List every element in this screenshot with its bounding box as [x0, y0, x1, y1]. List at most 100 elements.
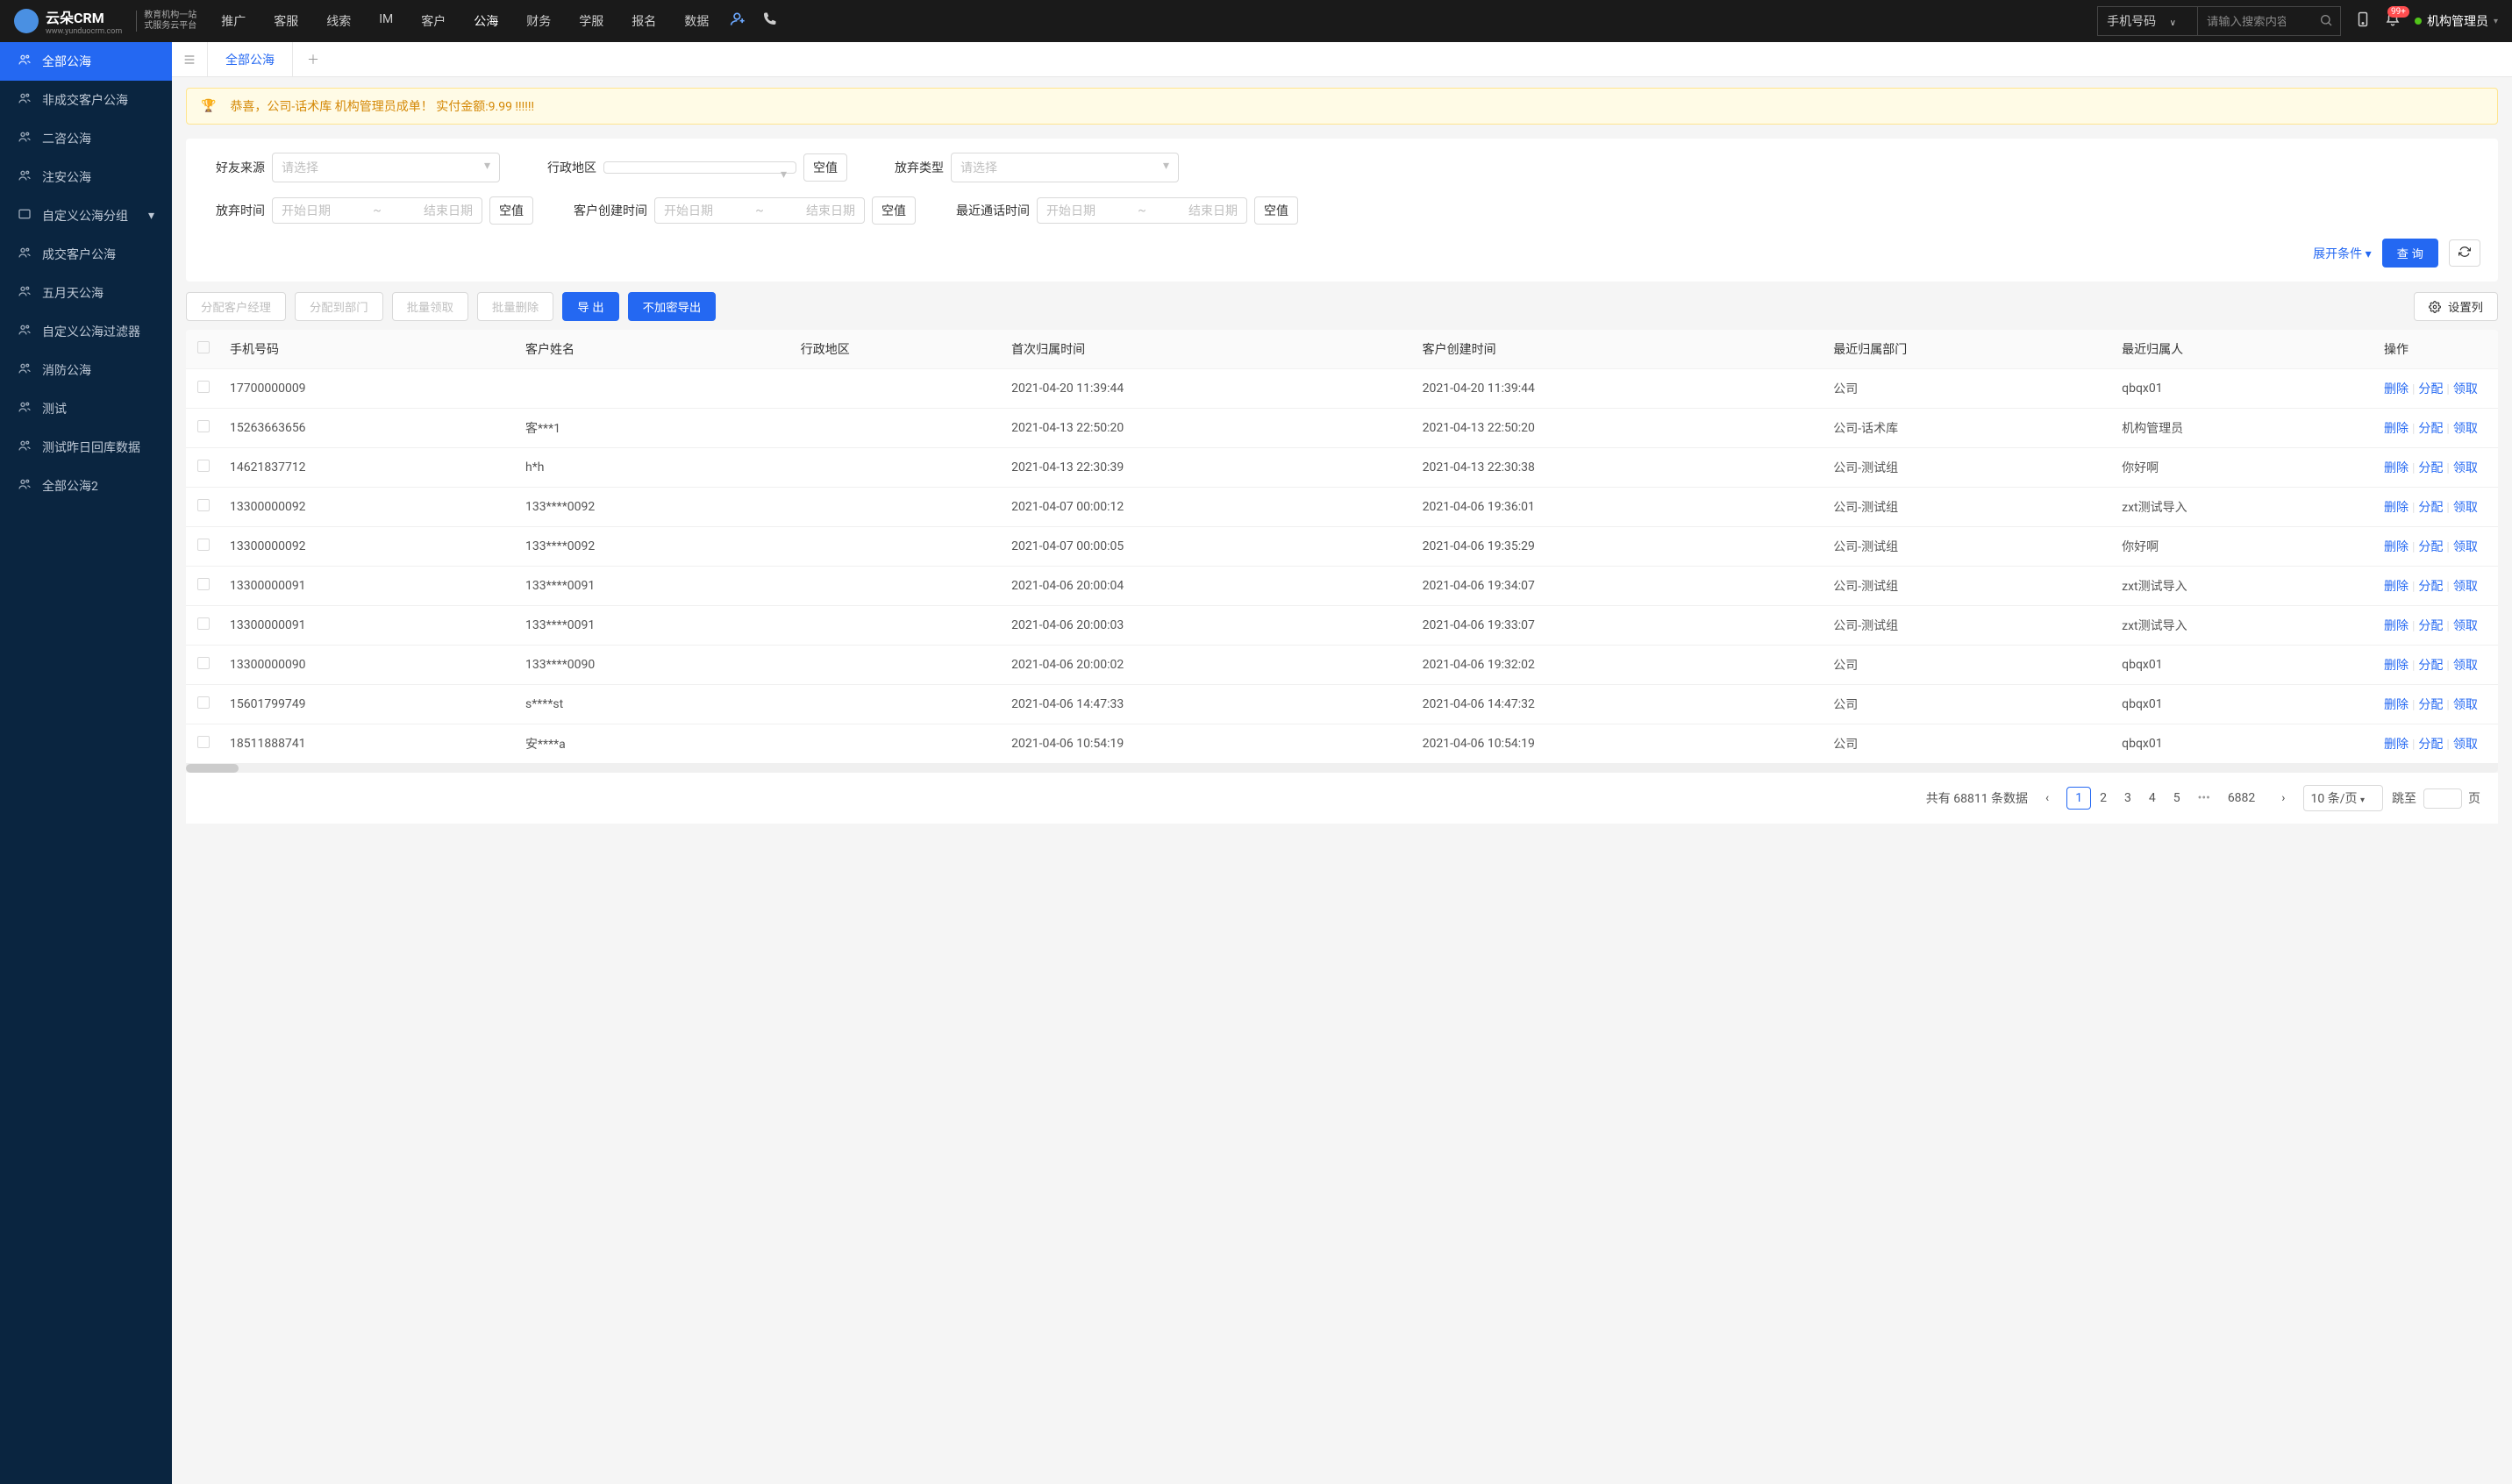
- row-assign-link[interactable]: 分配: [2418, 580, 2443, 594]
- row-claim-link[interactable]: 领取: [2453, 382, 2478, 396]
- page-number[interactable]: 3: [2116, 787, 2140, 810]
- query-button[interactable]: 查 询: [2382, 239, 2438, 268]
- row-checkbox[interactable]: [197, 499, 210, 511]
- nav-item[interactable]: 线索: [323, 12, 354, 30]
- search-input[interactable]: [2198, 10, 2312, 33]
- page-prev[interactable]: ‹: [2037, 787, 2058, 810]
- row-delete-link[interactable]: 删除: [2384, 738, 2409, 752]
- row-delete-link[interactable]: 删除: [2384, 461, 2409, 475]
- filter-region-empty-btn[interactable]: 空值: [803, 153, 847, 182]
- table-row[interactable]: 13300000091133****00912021-04-06 20:00:0…: [186, 606, 2498, 646]
- refresh-button[interactable]: [2449, 239, 2480, 267]
- row-assign-link[interactable]: 分配: [2418, 461, 2443, 475]
- row-checkbox[interactable]: [197, 696, 210, 709]
- row-assign-link[interactable]: 分配: [2418, 382, 2443, 396]
- page-jump-input[interactable]: [2423, 788, 2462, 809]
- row-delete-link[interactable]: 删除: [2384, 382, 2409, 396]
- filter-recent-call-range[interactable]: 开始日期~结束日期: [1037, 197, 1247, 224]
- filter-abandon-time-empty[interactable]: 空值: [489, 196, 533, 225]
- nav-item[interactable]: 公海: [470, 12, 502, 30]
- row-assign-link[interactable]: 分配: [2418, 698, 2443, 712]
- sidebar-item[interactable]: 消防公海: [0, 351, 172, 389]
- nav-item[interactable]: 推广: [218, 12, 249, 30]
- row-delete-link[interactable]: 删除: [2384, 698, 2409, 712]
- sidebar-item[interactable]: 成交客户公海: [0, 235, 172, 274]
- sidebar-item[interactable]: 测试: [0, 389, 172, 428]
- table-row[interactable]: 15601799749s****st2021-04-06 14:47:33202…: [186, 685, 2498, 724]
- table-row[interactable]: 13300000092133****00922021-04-07 00:00:1…: [186, 488, 2498, 527]
- row-assign-link[interactable]: 分配: [2418, 422, 2443, 436]
- table-row[interactable]: 14621837712h*h2021-04-13 22:30:392021-04…: [186, 448, 2498, 488]
- page-number[interactable]: 5: [2165, 787, 2189, 810]
- row-assign-link[interactable]: 分配: [2418, 738, 2443, 752]
- row-checkbox[interactable]: [197, 578, 210, 590]
- expand-filters-link[interactable]: 展开条件 ▾: [2313, 245, 2372, 262]
- filter-recent-call-empty[interactable]: 空值: [1254, 196, 1298, 225]
- filter-abandon-type-select[interactable]: 请选择: [951, 153, 1179, 182]
- row-delete-link[interactable]: 删除: [2384, 540, 2409, 554]
- row-assign-link[interactable]: 分配: [2418, 659, 2443, 673]
- nav-item[interactable]: 财务: [523, 12, 554, 30]
- row-claim-link[interactable]: 领取: [2453, 501, 2478, 515]
- filter-abandon-time-range[interactable]: 开始日期~结束日期: [272, 197, 482, 224]
- page-number[interactable]: 2: [2091, 787, 2116, 810]
- sidebar-item[interactable]: 自定义公海分组▾: [0, 196, 172, 235]
- batch-claim-button[interactable]: 批量领取: [392, 292, 468, 321]
- table-row[interactable]: 13300000090133****00902021-04-06 20:00:0…: [186, 646, 2498, 685]
- row-checkbox[interactable]: [197, 420, 210, 432]
- row-claim-link[interactable]: 领取: [2453, 659, 2478, 673]
- nav-item[interactable]: IM: [375, 12, 396, 30]
- row-checkbox[interactable]: [197, 657, 210, 669]
- sidebar-item[interactable]: 自定义公海过滤器: [0, 312, 172, 351]
- row-delete-link[interactable]: 删除: [2384, 580, 2409, 594]
- add-user-icon[interactable]: [730, 11, 747, 32]
- row-claim-link[interactable]: 领取: [2453, 461, 2478, 475]
- row-assign-link[interactable]: 分配: [2418, 619, 2443, 633]
- table-row[interactable]: 13300000092133****00922021-04-07 00:00:0…: [186, 527, 2498, 567]
- nav-item[interactable]: 学服: [575, 12, 607, 30]
- export-button[interactable]: 导 出: [562, 292, 618, 321]
- search-type-select[interactable]: 手机号码 ∨: [2098, 7, 2198, 35]
- tab-all-public[interactable]: 全部公海: [208, 42, 293, 76]
- mobile-icon[interactable]: [2355, 11, 2371, 31]
- export-plain-button[interactable]: 不加密导出: [628, 292, 717, 321]
- sidebar-item[interactable]: 全部公海2: [0, 467, 172, 505]
- scrollbar-thumb[interactable]: [186, 764, 239, 773]
- row-claim-link[interactable]: 领取: [2453, 619, 2478, 633]
- table-row[interactable]: 13300000091133****00912021-04-06 20:00:0…: [186, 567, 2498, 606]
- table-row[interactable]: 15263663656客***12021-04-13 22:50:202021-…: [186, 409, 2498, 448]
- filter-create-time-empty[interactable]: 空值: [872, 196, 916, 225]
- page-next[interactable]: ›: [2273, 787, 2294, 810]
- row-checkbox[interactable]: [197, 381, 210, 393]
- filter-region-select[interactable]: [603, 161, 796, 174]
- tabs-collapse-icon[interactable]: [172, 42, 208, 76]
- row-delete-link[interactable]: 删除: [2384, 619, 2409, 633]
- nav-item[interactable]: 客服: [270, 12, 302, 30]
- row-claim-link[interactable]: 领取: [2453, 738, 2478, 752]
- row-claim-link[interactable]: 领取: [2453, 540, 2478, 554]
- table-row[interactable]: 18511888741安****a2021-04-06 10:54:192021…: [186, 724, 2498, 764]
- assign-dept-button[interactable]: 分配到部门: [295, 292, 383, 321]
- row-checkbox[interactable]: [197, 460, 210, 472]
- tab-add-button[interactable]: ＋: [293, 51, 333, 68]
- row-delete-link[interactable]: 删除: [2384, 659, 2409, 673]
- page-size-select[interactable]: 10 条/页 ▾: [2303, 785, 2384, 811]
- sidebar-item[interactable]: 非成交客户公海: [0, 81, 172, 119]
- sidebar-item[interactable]: 全部公海: [0, 42, 172, 81]
- page-last[interactable]: 6882: [2219, 787, 2264, 810]
- phone-icon[interactable]: [761, 11, 777, 31]
- notification-icon[interactable]: 99+: [2385, 11, 2401, 31]
- row-claim-link[interactable]: 领取: [2453, 698, 2478, 712]
- row-delete-link[interactable]: 删除: [2384, 422, 2409, 436]
- row-claim-link[interactable]: 领取: [2453, 580, 2478, 594]
- row-assign-link[interactable]: 分配: [2418, 540, 2443, 554]
- table-row[interactable]: 177000000092021-04-20 11:39:442021-04-20…: [186, 369, 2498, 409]
- page-number[interactable]: 1: [2066, 787, 2091, 810]
- select-all-checkbox[interactable]: [197, 341, 210, 353]
- search-button[interactable]: [2312, 8, 2340, 35]
- logo[interactable]: 云朵CRM www.yunduocrm.com 教育机构一站 式服务云平台: [14, 6, 196, 36]
- assign-manager-button[interactable]: 分配客户经理: [186, 292, 286, 321]
- nav-item[interactable]: 报名: [628, 12, 660, 30]
- batch-delete-button[interactable]: 批量删除: [477, 292, 553, 321]
- row-assign-link[interactable]: 分配: [2418, 501, 2443, 515]
